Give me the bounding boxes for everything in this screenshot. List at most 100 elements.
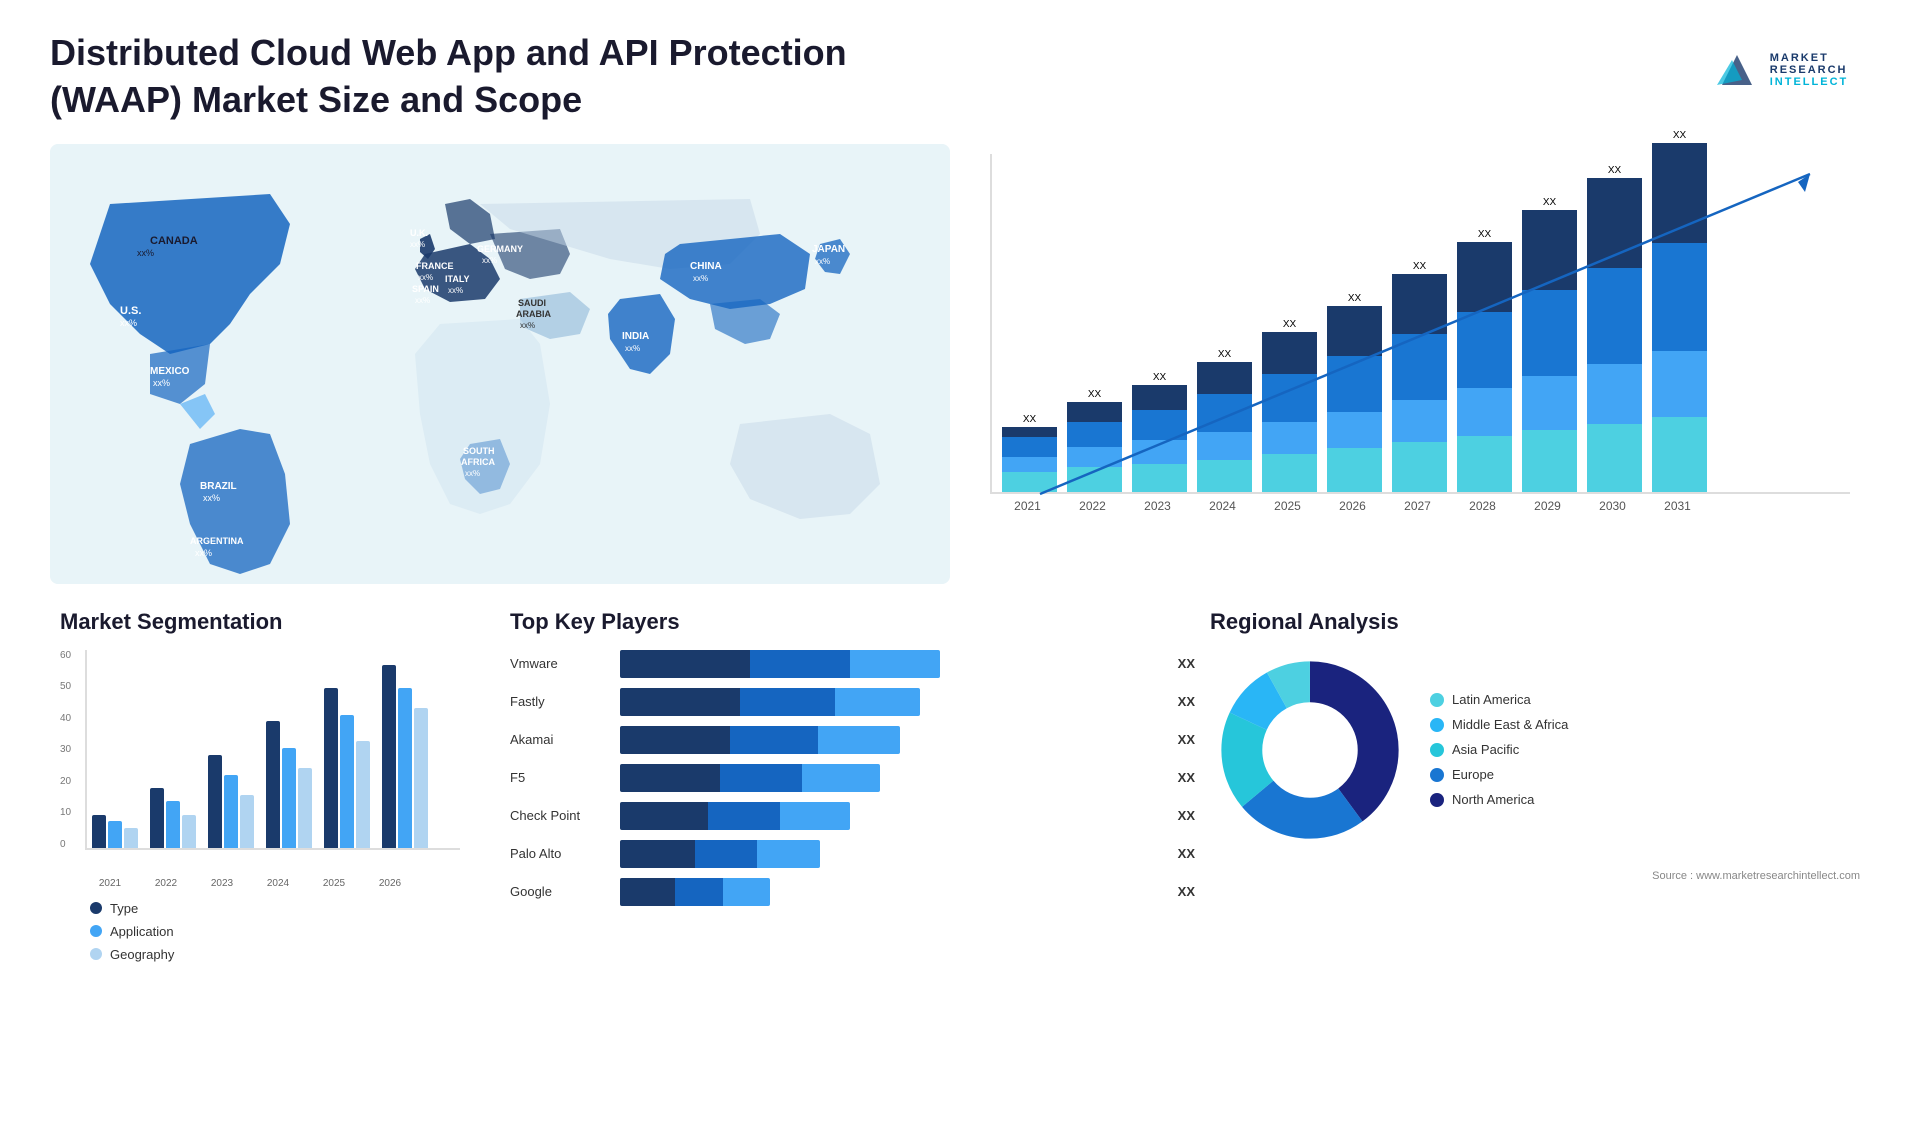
legend-application-dot xyxy=(90,925,102,937)
svg-text:SAUDI: SAUDI xyxy=(518,298,546,308)
regional-legend: Latin America Middle East & Africa Asia … xyxy=(1430,692,1568,807)
player-name-f5: F5 xyxy=(510,770,610,785)
svg-text:xx%: xx% xyxy=(195,548,212,558)
page-title: Distributed Cloud Web App and API Protec… xyxy=(50,30,850,124)
svg-text:xx%: xx% xyxy=(418,273,433,282)
bar-2026: XX xyxy=(1327,293,1382,492)
year-label-2029: 2029 xyxy=(1520,499,1575,513)
svg-text:xx%: xx% xyxy=(137,248,154,258)
bar-2028: XX xyxy=(1457,229,1512,492)
svg-text:CANADA: CANADA xyxy=(150,235,198,247)
svg-text:xx%: xx% xyxy=(448,286,463,295)
legend-geography-dot xyxy=(90,948,102,960)
svg-text:U.K.: U.K. xyxy=(410,228,428,238)
svg-text:xx%: xx% xyxy=(520,321,535,330)
svg-text:xx%: xx% xyxy=(625,344,640,353)
player-xx-vmware: XX xyxy=(1178,656,1195,671)
bar-2021: XX xyxy=(1002,414,1057,492)
player-name-fastly: Fastly xyxy=(510,694,610,709)
seg-year-2021: 2021 xyxy=(88,878,132,889)
player-name-checkpoint: Check Point xyxy=(510,808,610,823)
player-paloalto: Palo Alto XX xyxy=(510,840,1160,868)
bar-2030: XX xyxy=(1587,165,1642,492)
bar-2024: XX xyxy=(1197,349,1252,492)
key-players-title: Top Key Players xyxy=(510,609,1160,635)
player-vmware: Vmware XX xyxy=(510,650,1160,678)
year-label-2021: 2021 xyxy=(1000,499,1055,513)
year-label-2027: 2027 xyxy=(1390,499,1445,513)
seg-year-2023: 2023 xyxy=(200,878,244,889)
seg-group-2026 xyxy=(382,665,428,848)
legend-geography: Geography xyxy=(90,947,460,962)
svg-text:SPAIN: SPAIN xyxy=(412,284,439,294)
donut-chart-svg xyxy=(1210,650,1410,850)
svg-text:AFRICA: AFRICA xyxy=(461,457,495,467)
header: Distributed Cloud Web App and API Protec… xyxy=(50,30,1870,124)
legend-middle-east-africa: Middle East & Africa xyxy=(1430,717,1568,732)
year-label-2023: 2023 xyxy=(1130,499,1185,513)
logo-icon xyxy=(1712,45,1762,95)
key-players-section: Top Key Players Vmware XX xyxy=(500,599,1170,972)
player-name-akamai: Akamai xyxy=(510,732,610,747)
regional-section: Regional Analysis xyxy=(1200,599,1870,972)
svg-text:SOUTH: SOUTH xyxy=(463,446,495,456)
seg-year-2025: 2025 xyxy=(312,878,356,889)
legend-type: Type xyxy=(90,901,460,916)
player-name-vmware: Vmware xyxy=(510,656,610,671)
bar-2025: XX xyxy=(1262,319,1317,492)
svg-text:xx%: xx% xyxy=(482,256,497,265)
bar-2031: XX xyxy=(1652,130,1707,492)
player-xx-paloalto: XX xyxy=(1178,846,1195,861)
donut-container: Latin America Middle East & Africa Asia … xyxy=(1210,650,1860,850)
legend-europe: Europe xyxy=(1430,767,1568,782)
world-map: CANADA xx% U.S. xx% MEXICO xx% BRAZIL xx… xyxy=(50,144,950,584)
seg-group-2023 xyxy=(208,755,254,848)
legend-asia-pacific: Asia Pacific xyxy=(1430,742,1568,757)
year-label-2024: 2024 xyxy=(1195,499,1250,513)
dot-middle-east-africa xyxy=(1430,718,1444,732)
svg-text:xx%: xx% xyxy=(203,493,220,503)
segmentation-title: Market Segmentation xyxy=(60,609,460,635)
dot-europe xyxy=(1430,768,1444,782)
label-middle-east-africa: Middle East & Africa xyxy=(1452,717,1568,732)
bar-2029: XX xyxy=(1522,197,1577,492)
legend-latin-america: Latin America xyxy=(1430,692,1568,707)
player-xx-checkpoint: XX xyxy=(1178,808,1195,823)
seg-year-2022: 2022 xyxy=(144,878,188,889)
svg-text:xx%: xx% xyxy=(120,318,137,328)
seg-year-2026: 2026 xyxy=(368,878,412,889)
seg-year-2024: 2024 xyxy=(256,878,300,889)
legend-geography-label: Geography xyxy=(110,947,174,962)
label-north-america: North America xyxy=(1452,792,1534,807)
regional-title: Regional Analysis xyxy=(1210,609,1860,635)
svg-text:GERMANY: GERMANY xyxy=(477,244,523,254)
segmentation-section: Market Segmentation 0 10 20 30 40 50 60 xyxy=(50,599,470,972)
player-akamai: Akamai XX xyxy=(510,726,1160,754)
svg-text:xx%: xx% xyxy=(465,469,480,478)
year-label-2028: 2028 xyxy=(1455,499,1510,513)
player-google: Google XX xyxy=(510,878,1160,906)
svg-text:FRANCE: FRANCE xyxy=(416,261,454,271)
svg-text:xx%: xx% xyxy=(415,296,430,305)
bottom-section: Market Segmentation 0 10 20 30 40 50 60 xyxy=(50,599,1870,972)
player-checkpoint: Check Point XX xyxy=(510,802,1160,830)
player-f5: F5 XX xyxy=(510,764,1160,792)
logo-line2: RESEARCH xyxy=(1770,64,1849,76)
label-europe: Europe xyxy=(1452,767,1494,782)
player-xx-fastly: XX xyxy=(1178,694,1195,709)
svg-text:ARGENTINA: ARGENTINA xyxy=(190,536,244,546)
legend-application-label: Application xyxy=(110,924,174,939)
logo-line3: INTELLECT xyxy=(1770,76,1849,88)
player-xx-f5: XX xyxy=(1178,770,1195,785)
growth-chart: XX XX xyxy=(970,144,1870,584)
year-label-2026: 2026 xyxy=(1325,499,1380,513)
svg-text:U.S.: U.S. xyxy=(120,305,141,317)
legend-type-dot xyxy=(90,902,102,914)
logo: MARKET RESEARCH INTELLECT xyxy=(1690,30,1870,110)
year-label-2025: 2025 xyxy=(1260,499,1315,513)
seg-group-2021 xyxy=(92,815,138,848)
svg-text:MEXICO: MEXICO xyxy=(150,366,190,377)
svg-text:xx%: xx% xyxy=(410,240,425,249)
bar-2022: XX xyxy=(1067,389,1122,492)
legend-application: Application xyxy=(90,924,460,939)
